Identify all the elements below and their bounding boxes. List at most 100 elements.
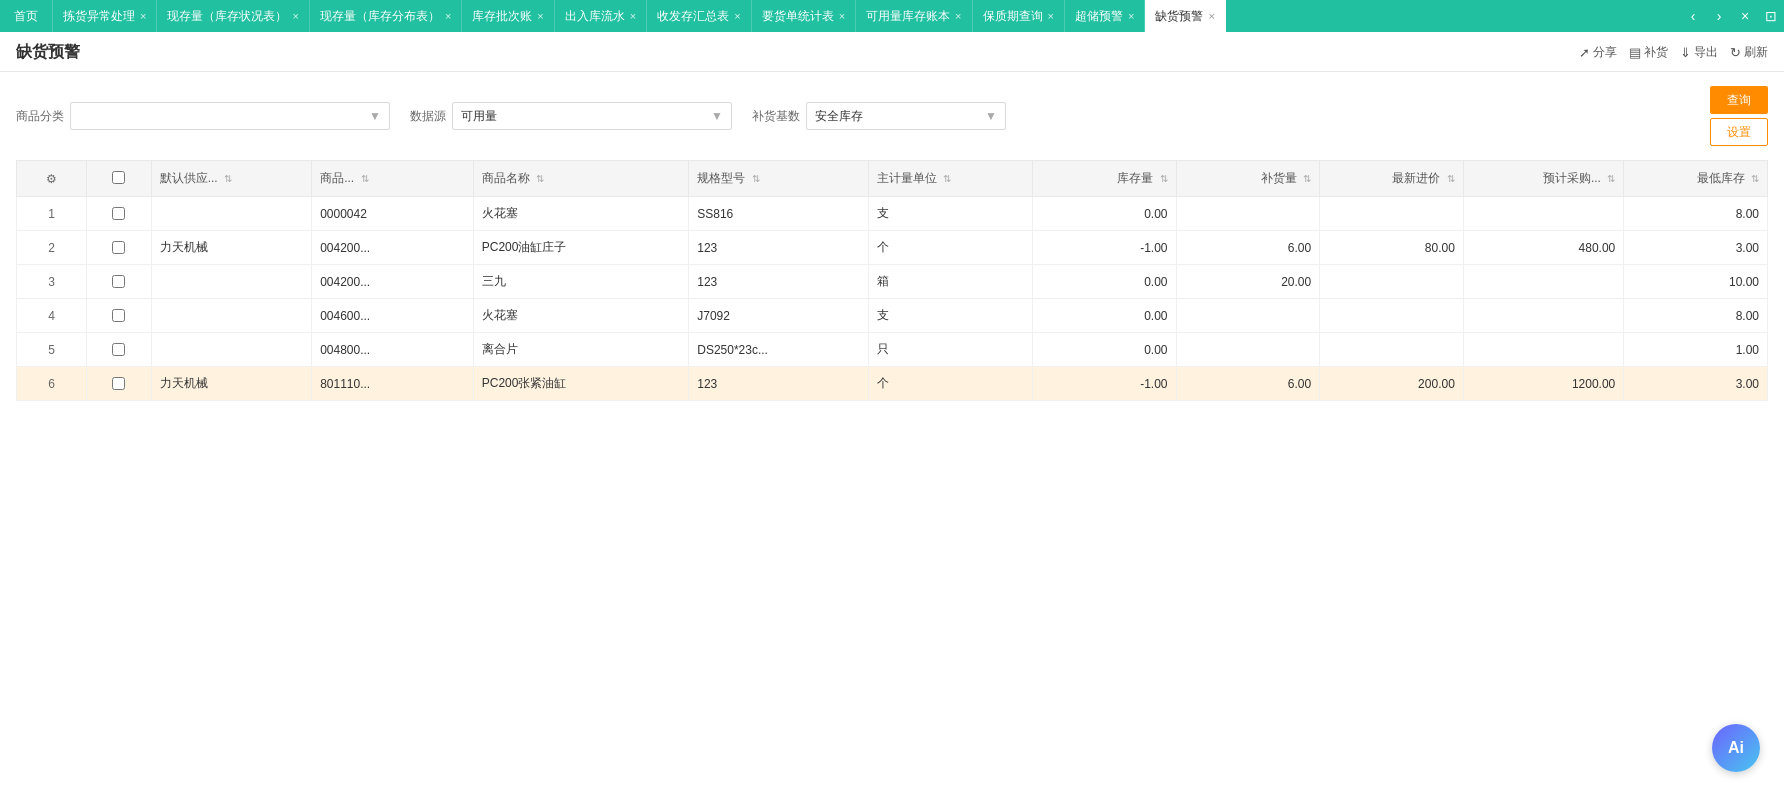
cell-check[interactable] <box>87 333 152 367</box>
tab-label: 库存批次账 <box>472 8 532 25</box>
replenish-base-filter-group: 补货基数 安全库存 ▼ <box>752 102 1006 130</box>
spec-sort-icon[interactable]: ⇅ <box>752 173 760 184</box>
row-checkbox[interactable] <box>112 207 125 220</box>
tab-close-icon[interactable]: × <box>955 10 961 22</box>
row-checkbox[interactable] <box>112 275 125 288</box>
table-row[interactable]: 5 004800... 离合片 DS250*23c... 只 0.00 1.00 <box>17 333 1768 367</box>
tab-label: 可用量库存账本 <box>866 8 950 25</box>
tab-close-icon[interactable]: × <box>1048 10 1054 22</box>
tab-prev-btn[interactable]: ‹ <box>1680 0 1706 32</box>
cell-unit: 支 <box>868 197 1032 231</box>
tab-batch-account[interactable]: 库存批次账 × <box>462 0 554 32</box>
row-checkbox[interactable] <box>112 343 125 356</box>
refresh-button[interactable]: ↻ 刷新 <box>1730 44 1768 61</box>
cell-check[interactable] <box>87 197 152 231</box>
tab-close-icon[interactable]: × <box>734 10 740 22</box>
tab-label: 缺货预警 <box>1155 8 1203 25</box>
tab-label: 超储预警 <box>1075 8 1123 25</box>
share-button[interactable]: ➚ 分享 <box>1579 44 1617 61</box>
tab-anomaly[interactable]: 拣货异常处理 × <box>53 0 157 32</box>
tab-close-btn[interactable]: × <box>1732 0 1758 32</box>
cell-index: 1 <box>17 197 87 231</box>
cell-supplier <box>151 265 311 299</box>
col-header-settings[interactable]: ⚙ <box>17 161 87 197</box>
tab-expiry[interactable]: 保质期查询× <box>973 0 1065 32</box>
replenish-button[interactable]: ▤ 补货 <box>1629 44 1668 61</box>
tab-available-account[interactable]: 可用量库存账本 × <box>856 0 972 32</box>
cell-price: 80.00 <box>1320 231 1464 265</box>
cell-unit: 支 <box>868 299 1032 333</box>
table-row[interactable]: 4 004600... 火花塞 J7092 支 0.00 8.00 <box>17 299 1768 333</box>
cell-code: 0000042 <box>312 197 474 231</box>
tab-next-btn[interactable]: › <box>1706 0 1732 32</box>
tab-close-icon[interactable]: × <box>1128 10 1134 22</box>
cell-check[interactable] <box>87 231 152 265</box>
plan-sort-icon[interactable]: ⇅ <box>1607 173 1615 184</box>
tab-fullscreen-btn[interactable]: ⊡ <box>1758 0 1784 32</box>
tab-stock-status[interactable]: 现存量（库存状况表）× <box>157 0 309 32</box>
cell-supplier: 力天机械 <box>151 367 311 401</box>
col-header-check[interactable] <box>87 161 152 197</box>
settings-gear-icon[interactable]: ⚙ <box>41 168 63 190</box>
tab-receive-summary[interactable]: 收发存汇总表× <box>647 0 751 32</box>
ai-badge[interactable]: Ai <box>1712 724 1760 772</box>
table-row[interactable]: 2 力天机械 004200... PC200油缸庄子 123 个 -1.00 6… <box>17 231 1768 265</box>
filter-actions: 查询 设置 <box>1710 86 1768 146</box>
cell-price <box>1320 197 1464 231</box>
cell-replenish: 20.00 <box>1176 265 1320 299</box>
table-row[interactable]: 6 力天机械 801110... PC200张紧油缸 123 个 -1.00 6… <box>17 367 1768 401</box>
tab-close-icon[interactable]: × <box>537 10 543 22</box>
cell-code: 004600... <box>312 299 474 333</box>
export-button[interactable]: ⇓ 导出 <box>1680 44 1718 61</box>
price-sort-icon[interactable]: ⇅ <box>1447 173 1455 184</box>
supplier-sort-icon[interactable]: ⇅ <box>224 173 232 184</box>
datasource-select[interactable]: 可用量 ▼ <box>452 102 732 130</box>
cell-check[interactable] <box>87 299 152 333</box>
cell-min-stock: 3.00 <box>1624 231 1768 265</box>
tab-close-icon[interactable]: × <box>140 10 146 22</box>
tab-close-icon[interactable]: × <box>445 10 451 22</box>
cell-price <box>1320 333 1464 367</box>
share-label: 分享 <box>1593 44 1617 61</box>
tab-home[interactable]: 首页 <box>0 0 53 32</box>
tab-nav-buttons: ‹ › × ⊡ <box>1680 0 1784 32</box>
tab-overstock[interactable]: 超储预警 × <box>1065 0 1145 32</box>
tab-shortage[interactable]: 缺货预警 × <box>1145 0 1225 32</box>
table-row[interactable]: 1 0000042 火花塞 SS816 支 0.00 8.00 <box>17 197 1768 231</box>
cell-name: 三九 <box>473 265 688 299</box>
unit-sort-icon[interactable]: ⇅ <box>943 173 951 184</box>
tab-close-icon[interactable]: × <box>839 10 845 22</box>
stock-sort-icon[interactable]: ⇅ <box>1160 173 1168 184</box>
cell-index: 4 <box>17 299 87 333</box>
tab-stock-dist[interactable]: 现存量（库存分布表）× <box>310 0 462 32</box>
category-label: 商品分类 <box>16 108 64 125</box>
col-header-spec: 规格型号 ⇅ <box>689 161 869 197</box>
replenish-base-select[interactable]: 安全库存 ▼ <box>806 102 1006 130</box>
tab-close-icon[interactable]: × <box>292 10 298 22</box>
tab-order-stats[interactable]: 要货单统计表× <box>752 0 856 32</box>
table-row[interactable]: 3 004200... 三九 123 箱 0.00 20.00 10.00 <box>17 265 1768 299</box>
cell-check[interactable] <box>87 265 152 299</box>
row-checkbox[interactable] <box>112 309 125 322</box>
tab-close-icon[interactable]: × <box>1208 10 1214 22</box>
min-stock-sort-icon[interactable]: ⇅ <box>1751 173 1759 184</box>
settings-button[interactable]: 设置 <box>1710 118 1768 146</box>
row-checkbox[interactable] <box>112 241 125 254</box>
cell-supplier <box>151 197 311 231</box>
category-select[interactable]: ▼ <box>70 102 390 130</box>
category-filter-group: 商品分类 ▼ <box>16 102 390 130</box>
row-checkbox[interactable] <box>112 377 125 390</box>
select-all-checkbox[interactable] <box>112 171 125 184</box>
cell-spec: J7092 <box>689 299 869 333</box>
name-sort-icon[interactable]: ⇅ <box>536 173 544 184</box>
replenish-sort-icon[interactable]: ⇅ <box>1303 173 1311 184</box>
tab-label: 拣货异常处理 <box>63 8 135 25</box>
datasource-filter-group: 数据源 可用量 ▼ <box>410 102 732 130</box>
tab-close-icon[interactable]: × <box>630 10 636 22</box>
cell-plan-purchase <box>1463 333 1623 367</box>
code-sort-icon[interactable]: ⇅ <box>361 173 369 184</box>
query-button[interactable]: 查询 <box>1710 86 1768 114</box>
cell-check[interactable] <box>87 367 152 401</box>
tab-flow[interactable]: 出入库流水× <box>555 0 647 32</box>
refresh-icon: ↻ <box>1730 45 1741 60</box>
